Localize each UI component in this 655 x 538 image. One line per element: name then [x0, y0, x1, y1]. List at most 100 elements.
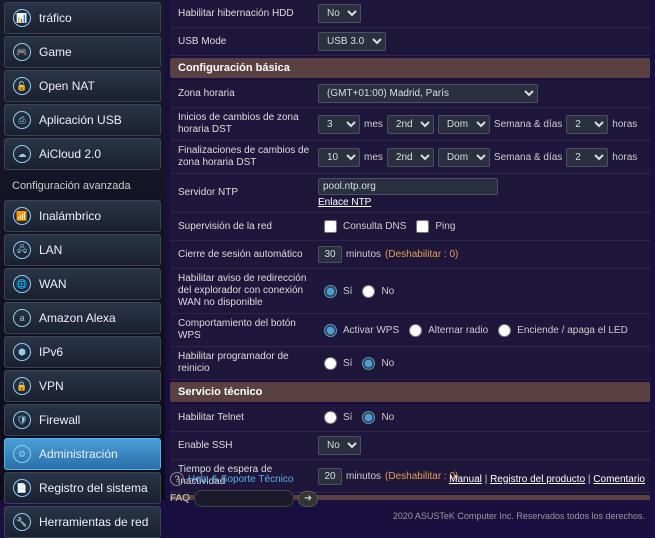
auto-logout-hint: (Deshabilitar : 0) [385, 249, 458, 260]
sidebar-item-net-tools[interactable]: 🔧 Herramientas de red [4, 506, 161, 538]
network-monitor-label: Supervisión de la red [178, 221, 318, 233]
yes-label: Sí [343, 412, 352, 423]
sidebar-item-open-nat[interactable]: 🔓 Open NAT [4, 70, 161, 102]
reboot-scheduler-label: Habilitar programador de reinicio [178, 351, 318, 375]
telnet-yes-radio[interactable] [324, 411, 337, 424]
ssh-select[interactable]: No [318, 436, 361, 455]
dst-end-month[interactable]: 10 [318, 148, 360, 167]
unit-month: mes [364, 152, 383, 163]
search-input[interactable] [194, 490, 294, 507]
sidebar-item-system-log[interactable]: 📄 Registro del sistema [4, 472, 161, 504]
no-label: No [381, 412, 394, 423]
unit-weekday: Semana & días [494, 152, 562, 163]
dst-end-week[interactable]: 2nd [387, 148, 434, 167]
sidebar-item-vpn[interactable]: 🔒VPN [4, 370, 161, 402]
auto-logout-input[interactable] [318, 246, 342, 263]
sidebar-section-advanced: Configuración avanzada [4, 174, 161, 198]
sidebar-label: AiCloud 2.0 [39, 147, 101, 161]
sidebar-label: Administración [39, 447, 118, 461]
sidebar-label: Game [39, 45, 72, 59]
ping-checkbox[interactable] [416, 220, 429, 233]
dst-start-day[interactable]: Dom [438, 115, 490, 134]
dst-start-month[interactable]: 3 [318, 115, 360, 134]
dst-start-week[interactable]: 2nd [387, 115, 434, 134]
search-button[interactable]: ➜ [298, 491, 318, 507]
dst-start-label: Inicios de cambios de zona horaria DST [178, 112, 318, 136]
redirect-yes-radio[interactable] [324, 285, 337, 298]
help-icon: ? [170, 472, 184, 486]
ntp-server-label: Servidor NTP [178, 187, 318, 199]
usb-mode-label: USB Mode [178, 36, 318, 48]
yes-label: Sí [343, 358, 352, 369]
sidebar-item-wireless[interactable]: 📶Inalámbrico [4, 200, 161, 232]
usb-mode-select[interactable]: USB 3.0 [318, 32, 386, 51]
no-label: No [381, 358, 394, 369]
sidebar-item-lan[interactable]: 🖧 LAN [4, 234, 161, 266]
dst-start-hour[interactable]: 2 [566, 115, 608, 134]
wps-led-label: Enciende / apaga el LED [517, 325, 628, 336]
manual-link[interactable]: Manual [449, 474, 482, 485]
wps-activate-radio[interactable] [324, 324, 337, 337]
sched-yes-radio[interactable] [324, 357, 337, 370]
sidebar-label: LAN [39, 243, 62, 257]
sidebar-item-firewall[interactable]: 🛡Firewall [4, 404, 161, 436]
gear-icon: ⚙ [13, 445, 31, 463]
sidebar-label: Aplicación USB [39, 113, 122, 127]
dns-query-label: Consulta DNS [343, 221, 406, 232]
feedback-link[interactable]: Comentario [593, 474, 645, 485]
unit-minutes: minutos [346, 249, 381, 260]
sidebar-label: Amazon Alexa [39, 311, 116, 325]
sidebar-item-wan[interactable]: 🌐WAN [4, 268, 161, 300]
telnet-no-radio[interactable] [362, 411, 375, 424]
dst-end-hour[interactable]: 2 [566, 148, 608, 167]
log-icon: 📄 [13, 479, 31, 497]
sidebar-item-game[interactable]: 🎮Game [4, 36, 161, 68]
wps-toggle-radio[interactable] [409, 324, 422, 337]
tools-icon: 🔧 [13, 513, 31, 531]
lan-icon: 🖧 [13, 241, 31, 259]
product-reg-link[interactable]: Registro del producto [490, 474, 585, 485]
auto-logout-label: Cierre de sesión automático [178, 249, 318, 261]
ntp-link[interactable]: Enlace NTP [318, 197, 371, 208]
dns-query-checkbox[interactable] [324, 220, 337, 233]
hdd-hibernate-select[interactable]: No [318, 4, 361, 23]
alexa-icon: a [13, 309, 31, 327]
redirect-no-radio[interactable] [362, 285, 375, 298]
traffic-icon: 📊 [13, 9, 31, 27]
sidebar-item-alexa[interactable]: a Amazon Alexa [4, 302, 161, 334]
ping-label: Ping [435, 221, 455, 232]
section-service: Servicio técnico [170, 382, 650, 402]
sidebar-label: Open NAT [39, 79, 95, 93]
hdd-hibernate-label: Habilitar hibernación HDD [178, 8, 318, 20]
yes-label: Sí [343, 286, 352, 297]
unit-month: mes [364, 119, 383, 130]
sidebar: 📊tráfico 🎮Game 🔓 Open NAT ⎙ Aplicación USB… [0, 0, 165, 500]
ntp-server-input[interactable] [318, 178, 498, 195]
help-support-link[interactable]: Help & Soporte Técnico [188, 474, 293, 485]
faq-link[interactable]: FAQ [170, 493, 190, 504]
wps-button-label: Comportamiento del botón WPS [178, 318, 318, 342]
sidebar-label: Firewall [39, 413, 80, 427]
sidebar-item-aicloud[interactable]: ☁ AiCloud 2.0 [4, 138, 161, 170]
no-label: No [381, 286, 394, 297]
sidebar-label: Herramientas de red [39, 515, 148, 529]
usb-icon: ⎙ [13, 111, 31, 129]
sidebar-item-traffic[interactable]: 📊tráfico [4, 2, 161, 34]
nat-icon: 🔓 [13, 77, 31, 95]
sidebar-item-usb-app[interactable]: ⎙ Aplicación USB [4, 104, 161, 136]
sidebar-item-administration[interactable]: ⚙ Administración [4, 438, 161, 470]
wps-led-radio[interactable] [498, 324, 511, 337]
sidebar-label: IPv6 [39, 345, 63, 359]
timezone-select[interactable]: (GMT+01:00) Madrid, París [318, 84, 538, 103]
sidebar-item-ipv6[interactable]: ⬢ IPv6 [4, 336, 161, 368]
redirect-notice-label: Habilitar aviso de redirección del explo… [178, 273, 318, 309]
cloud-icon: ☁ [13, 145, 31, 163]
main-panel: Habilitar hibernación HDDNo USB ModeUSB … [165, 0, 655, 500]
sidebar-label: VPN [39, 379, 64, 393]
ipv6-icon: ⬢ [13, 343, 31, 361]
sched-no-radio[interactable] [362, 357, 375, 370]
sidebar-label: Inalámbrico [39, 209, 101, 223]
timezone-label: Zona horaria [178, 88, 318, 100]
sidebar-label: Registro del sistema [39, 481, 148, 495]
dst-end-day[interactable]: Dom [438, 148, 490, 167]
